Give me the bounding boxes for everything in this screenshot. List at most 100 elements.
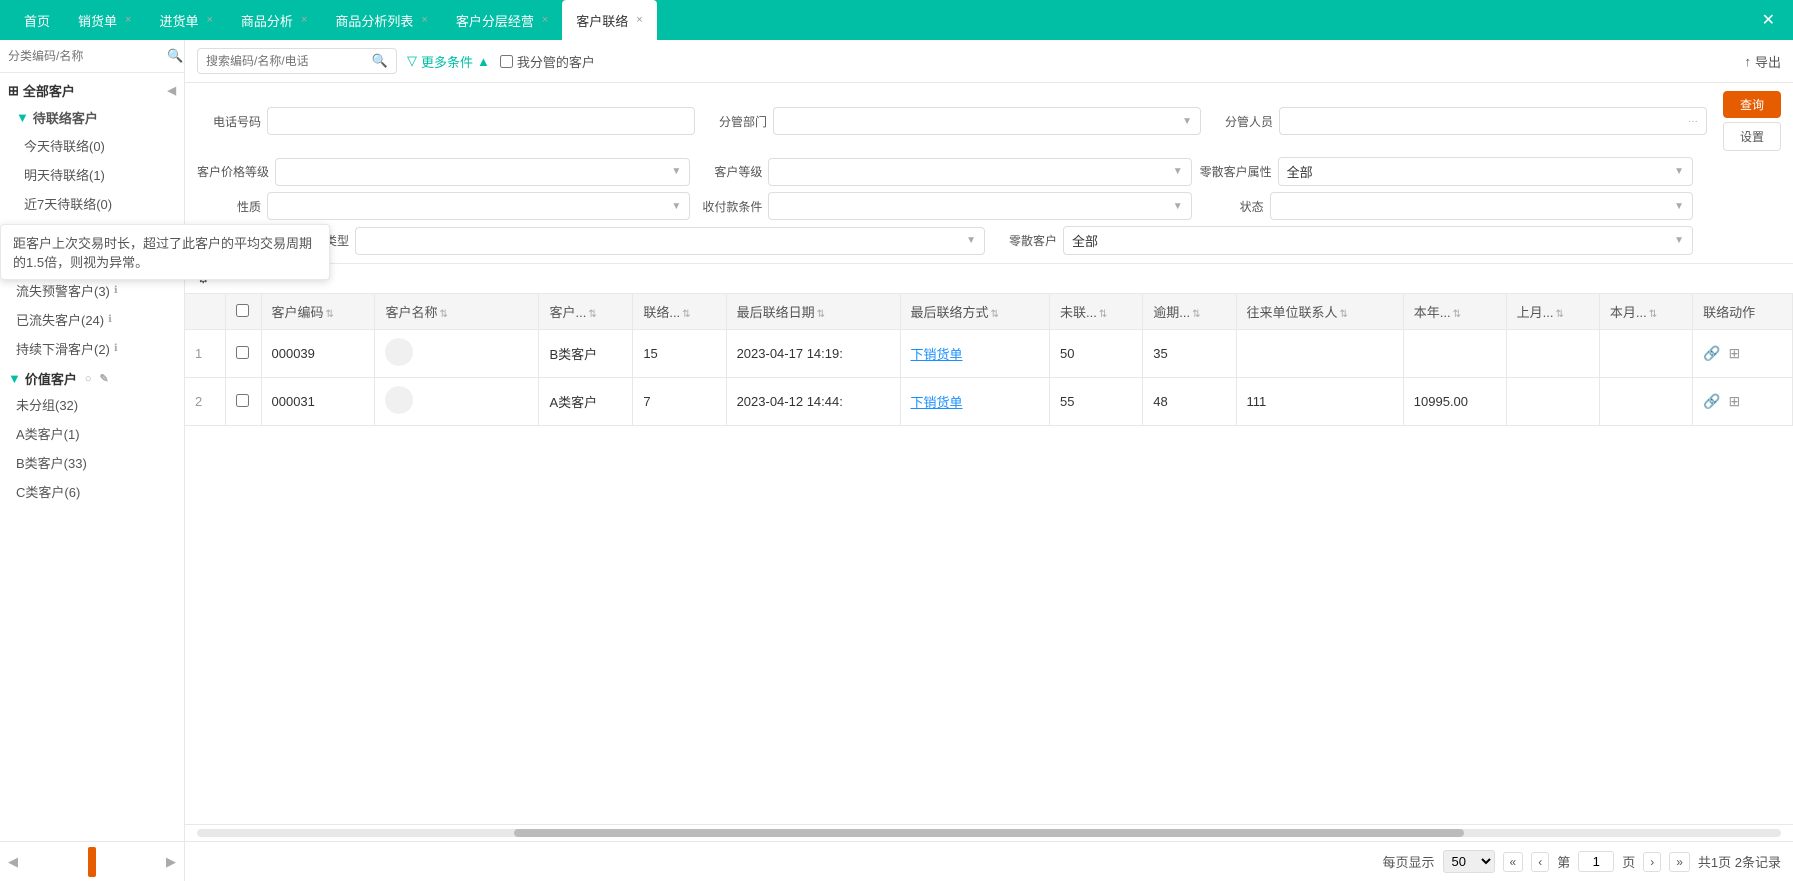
row-checkbox[interactable] — [236, 394, 249, 407]
tab-close-icon[interactable]: × — [206, 14, 212, 26]
sidebar-item-b-class[interactable]: B类客户(33) — [0, 448, 184, 477]
link-action-icon[interactable]: 🔗 — [1703, 345, 1720, 362]
nav-left-arrow[interactable]: ◀ — [8, 854, 18, 870]
tab-close-icon[interactable]: × — [636, 14, 642, 26]
select-all-checkbox[interactable] — [236, 304, 249, 317]
chevron-up-icon: ▲ — [477, 54, 490, 69]
page-label2: 页 — [1622, 852, 1635, 871]
tab-close-icon[interactable]: × — [421, 14, 427, 26]
filter-row-1: 电话号码 分管部门 ▼ 分管人员 ··· 查询 设置 — [197, 91, 1781, 151]
payment-input[interactable]: ▼ — [768, 192, 1191, 220]
retail-attr-input[interactable]: 全部▼ — [1278, 157, 1693, 186]
row-checkbox[interactable] — [236, 346, 249, 359]
link-action-icon[interactable]: 🔗 — [1703, 393, 1720, 410]
sidebar-item-7days[interactable]: 近7天待联络(0) — [8, 189, 184, 218]
sidebar-item-declining[interactable]: 持续下滑客户(2) ℹ — [0, 334, 184, 363]
last-page-button[interactable]: » — [1669, 852, 1690, 872]
top-navigation: 首页 销货单 × 进货单 × 商品分析 × 商品分析列表 × 客户分层经营 × … — [0, 0, 1793, 40]
phone-field: 电话号码 — [197, 107, 695, 135]
retail-customer-field: 零散客户 全部▼ — [993, 226, 1693, 255]
item-label: B类客户(33) — [16, 453, 87, 472]
item-label: 已流失客户(24) — [16, 310, 104, 329]
value-customer-group: ▼ 价值客户 ○ ✎ — [0, 363, 184, 390]
orange-indicator — [88, 847, 96, 877]
row-last-month-2 — [1506, 378, 1599, 426]
sidebar-search-input[interactable] — [8, 49, 163, 63]
first-page-button[interactable]: « — [1503, 852, 1524, 872]
row-code-1: 000039 — [261, 330, 375, 378]
window-close-button[interactable]: ✕ — [1754, 10, 1783, 30]
grid-action-icon[interactable]: ⊞ — [1729, 345, 1741, 362]
retail-attr-field: 零散客户属性 全部▼ — [1200, 157, 1693, 186]
customer-grade-input[interactable]: ▼ — [768, 158, 1191, 186]
sidebar-item-today[interactable]: 今天待联络(0) — [8, 131, 184, 160]
advanced-filters: 电话号码 分管部门 ▼ 分管人员 ··· 查询 设置 — [185, 83, 1793, 264]
retail-customer-input[interactable]: 全部▼ — [1063, 226, 1693, 255]
per-page-select[interactable]: 50 20 100 — [1443, 850, 1495, 873]
price-grade-input[interactable]: ▼ — [275, 158, 690, 186]
tab-product-analysis[interactable]: 商品分析 × — [227, 0, 321, 40]
customer-type-input[interactable]: ▼ — [355, 227, 985, 255]
tab-purchase[interactable]: 进货单 × — [145, 0, 226, 40]
info-icon: ℹ — [114, 343, 118, 354]
more-conditions-label: 更多条件 — [421, 52, 473, 71]
prev-page-button[interactable]: ‹ — [1531, 852, 1549, 872]
col-no-contact: 未联...⇅ — [1050, 294, 1143, 330]
nav-right-arrow[interactable]: ▶ — [166, 854, 176, 870]
row-last-method-2: 下销货单 — [900, 378, 1050, 426]
tab-close-icon[interactable]: × — [301, 14, 307, 26]
edit-icon[interactable]: ✎ — [100, 372, 109, 385]
status-input[interactable]: ▼ — [1270, 192, 1693, 220]
tab-customer-tier[interactable]: 客户分层经营 × — [442, 0, 562, 40]
col-last-date: 最后联络日期⇅ — [726, 294, 900, 330]
settings-button[interactable]: 设置 — [1723, 122, 1781, 151]
col-last-month: 上月...⇅ — [1506, 294, 1599, 330]
my-customer-checkbox[interactable]: 我分管的客户 — [500, 52, 595, 71]
row-no-contact-2: 55 — [1050, 378, 1143, 426]
main-search-input[interactable] — [206, 54, 368, 68]
sidebar-item-c-class[interactable]: C类客户(6) — [0, 477, 184, 506]
sidebar-item-unclassified[interactable]: 未分组(32) — [0, 390, 184, 419]
tab-product-list[interactable]: 商品分析列表 × — [321, 0, 441, 40]
scrollbar-track[interactable] — [197, 829, 1781, 837]
value-group-label: 价值客户 — [25, 369, 77, 388]
tab-label: 商品分析 — [241, 11, 293, 30]
tab-close-icon[interactable]: × — [125, 14, 131, 26]
col-contact: 联络...⇅ — [633, 294, 726, 330]
row-name-1 — [375, 330, 539, 378]
table-area: ⚙ 客户编码⇅ 客户名称⇅ 客户...⇅ 联络...⇅ 最后联络日期⇅ 最后联络… — [185, 264, 1793, 824]
filter-row-3: 性质 ▼ 收付款条件 ▼ 状态 ▼ — [197, 192, 1781, 220]
phone-input[interactable] — [267, 107, 695, 135]
last-method-link[interactable]: 下销货单 — [911, 347, 963, 362]
last-method-link[interactable]: 下销货单 — [911, 395, 963, 410]
collapse-button[interactable]: ◀ — [168, 84, 176, 97]
export-label: 导出 — [1755, 52, 1781, 71]
query-button[interactable]: 查询 — [1723, 91, 1781, 118]
row-last-date-2: 2023-04-12 14:44: — [726, 378, 900, 426]
table-row: 1 000039 B类客户 15 2023-04-17 14:19: 下销货单 … — [185, 330, 1793, 378]
nature-input[interactable]: ▼ — [267, 192, 690, 220]
export-button[interactable]: ↑ 导出 — [1744, 52, 1781, 71]
my-customer-check[interactable] — [500, 55, 513, 68]
sidebar-item-churned[interactable]: 已流失客户(24) ℹ — [0, 305, 184, 334]
sidebar-item-tomorrow[interactable]: 明天待联络(1) — [8, 160, 184, 189]
dept-input[interactable]: ▼ — [773, 107, 1201, 135]
more-conditions-button[interactable]: ▽ 更多条件 ▲ — [407, 52, 490, 71]
tab-home[interactable]: 首页 — [10, 0, 64, 40]
sidebar-item-a-class[interactable]: A类客户(1) — [0, 419, 184, 448]
row-person-1 — [1236, 330, 1403, 378]
manager-input[interactable]: ··· — [1279, 107, 1707, 135]
scrollbar-thumb[interactable] — [514, 829, 1464, 837]
tab-close-icon[interactable]: × — [542, 14, 548, 26]
tab-customer-contact[interactable]: 客户联络 × — [562, 0, 656, 40]
page-number-input[interactable] — [1578, 851, 1614, 872]
tab-label: 销货单 — [78, 11, 117, 30]
next-page-button[interactable]: › — [1643, 852, 1661, 872]
filter-icon: ▽ — [407, 53, 417, 69]
filter-actions: 查询 设置 — [1715, 91, 1781, 151]
tab-sales[interactable]: 销货单 × — [64, 0, 145, 40]
sidebar-item-churn-warning[interactable]: 流失预警客户(3) ℹ — [0, 276, 184, 305]
tab-label: 商品分析列表 — [335, 11, 413, 30]
avatar — [385, 386, 413, 414]
grid-action-icon[interactable]: ⊞ — [1729, 393, 1741, 410]
